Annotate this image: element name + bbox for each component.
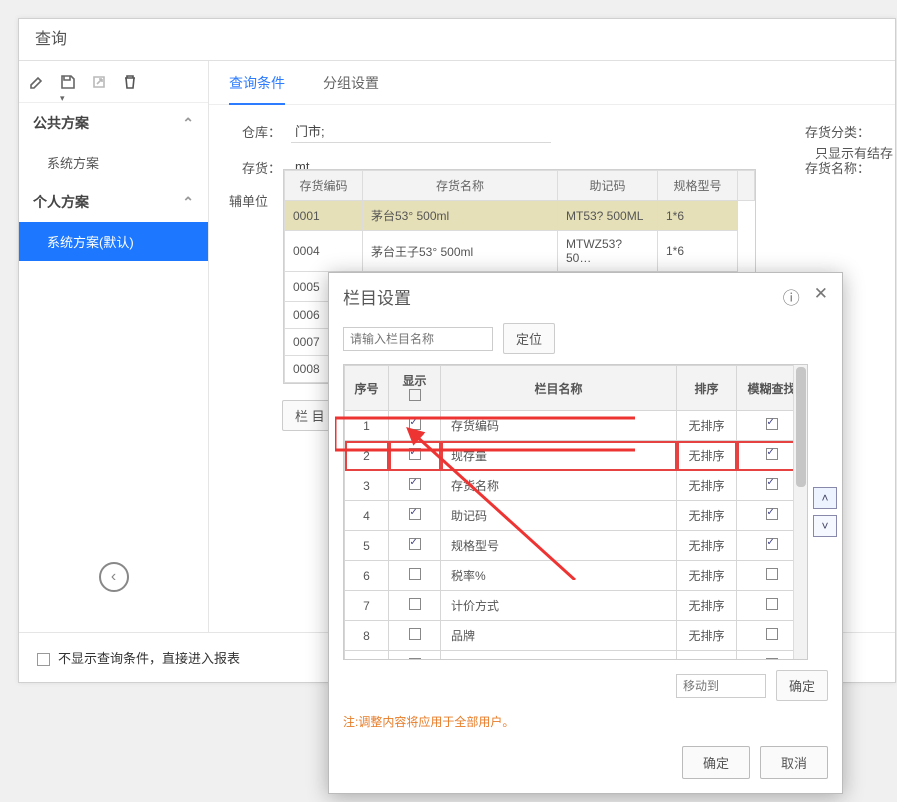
inventory-label: 存货： bbox=[229, 158, 281, 177]
column-row[interactable]: 7计价方式无排序 bbox=[345, 591, 807, 621]
open-external-icon[interactable] bbox=[91, 74, 107, 90]
locate-button[interactable]: 定位 bbox=[503, 323, 555, 354]
save-icon[interactable]: ▾ bbox=[60, 74, 76, 90]
col-colname[interactable]: 栏目名称 bbox=[441, 366, 677, 411]
show-checkbox[interactable] bbox=[409, 478, 421, 490]
fuzzy-checkbox[interactable] bbox=[766, 478, 778, 490]
fuzzy-checkbox[interactable] bbox=[766, 538, 778, 550]
col-code[interactable]: 存货编码 bbox=[285, 171, 363, 201]
section-label: 个人方案 bbox=[33, 192, 89, 212]
only-balance-label: 只显示有结存 bbox=[813, 133, 895, 172]
tab-group-settings[interactable]: 分组设置 bbox=[323, 73, 379, 104]
column-row[interactable]: 3存货名称无排序 bbox=[345, 471, 807, 501]
moveto-input[interactable] bbox=[676, 674, 766, 698]
lookup-row[interactable]: 0001茅台53° 500mlMT53? 500ML1*6 bbox=[285, 201, 755, 231]
plan-item-public-default[interactable]: 系统方案 bbox=[19, 143, 208, 182]
show-checkbox[interactable] bbox=[409, 418, 421, 430]
column-row[interactable]: 9所属类别无排序 bbox=[345, 651, 807, 661]
sidebar: ▾ 公共方案 ⌃ 系统方案 个人方案 ⌃ 系统方案(默认) ‹ bbox=[19, 61, 209, 632]
ok-button[interactable]: 确定 bbox=[682, 746, 750, 779]
col-mnemonic[interactable]: 助记码 bbox=[558, 171, 658, 201]
move-up-button[interactable]: ˄ bbox=[813, 487, 837, 509]
section-public-plans[interactable]: 公共方案 ⌃ bbox=[19, 103, 208, 143]
column-row[interactable]: 8品牌无排序 bbox=[345, 621, 807, 651]
show-all-checkbox[interactable] bbox=[409, 389, 421, 401]
fuzzy-checkbox[interactable] bbox=[766, 568, 778, 580]
section-label: 公共方案 bbox=[33, 113, 89, 133]
column-row[interactable]: 5规格型号无排序 bbox=[345, 531, 807, 561]
skip-conditions-checkbox[interactable] bbox=[37, 653, 50, 666]
column-search-input[interactable] bbox=[343, 327, 493, 351]
col-no[interactable]: 序号 bbox=[345, 366, 389, 411]
show-checkbox[interactable] bbox=[409, 448, 421, 460]
chevron-up-icon: ⌃ bbox=[182, 115, 194, 132]
plan-item-personal-default[interactable]: 系统方案(默认) bbox=[19, 222, 208, 261]
edit-icon[interactable] bbox=[29, 74, 45, 90]
lookup-row[interactable]: 0004茅台王子53° 500mlMTWZ53? 50…1*6 bbox=[285, 231, 755, 272]
col-sort[interactable]: 排序 bbox=[677, 366, 737, 411]
column-settings-modal: 栏目设置 ⓘ ✕ 定位 序号 显示 栏目名称 排序 模糊查找 1存货编码无排序2… bbox=[328, 272, 843, 794]
tabs: 查询条件 分组设置 bbox=[209, 61, 895, 105]
cancel-button[interactable]: 取消 bbox=[760, 746, 828, 779]
modal-scrollbar[interactable] bbox=[793, 365, 807, 659]
show-checkbox[interactable] bbox=[409, 568, 421, 580]
fuzzy-checkbox[interactable] bbox=[766, 658, 778, 660]
sidebar-toolbar: ▾ bbox=[19, 61, 208, 103]
close-icon[interactable]: ✕ bbox=[814, 284, 828, 309]
aux-unit-label: 辅单位 bbox=[229, 191, 268, 210]
fuzzy-checkbox[interactable] bbox=[766, 628, 778, 640]
window-title: 查询 bbox=[19, 19, 895, 61]
show-checkbox[interactable] bbox=[409, 598, 421, 610]
col-name[interactable]: 存货名称 bbox=[363, 171, 558, 201]
column-row[interactable]: 1存货编码无排序 bbox=[345, 411, 807, 441]
delete-icon[interactable] bbox=[122, 74, 138, 90]
column-row[interactable]: 6税率%无排序 bbox=[345, 561, 807, 591]
column-table: 序号 显示 栏目名称 排序 模糊查找 1存货编码无排序2现存量无排序3存货名称无… bbox=[343, 364, 808, 660]
fuzzy-checkbox[interactable] bbox=[766, 598, 778, 610]
show-checkbox[interactable] bbox=[409, 628, 421, 640]
warehouse-field[interactable]: 门市; bbox=[291, 119, 551, 143]
col-spec[interactable]: 规格型号 bbox=[658, 171, 738, 201]
show-checkbox[interactable] bbox=[409, 508, 421, 520]
column-row[interactable]: 4助记码无排序 bbox=[345, 501, 807, 531]
col-show[interactable]: 显示 bbox=[389, 366, 441, 411]
help-icon[interactable]: ⓘ bbox=[783, 284, 800, 309]
lookup-scrollbar[interactable] bbox=[738, 171, 755, 201]
show-checkbox[interactable] bbox=[409, 538, 421, 550]
section-personal-plans[interactable]: 个人方案 ⌃ bbox=[19, 182, 208, 222]
fuzzy-checkbox[interactable] bbox=[766, 508, 778, 520]
warehouse-label: 仓库： bbox=[229, 122, 281, 141]
skip-conditions-label: 不显示查询条件，直接进入报表 bbox=[58, 648, 240, 667]
show-checkbox[interactable] bbox=[409, 658, 421, 660]
fuzzy-checkbox[interactable] bbox=[766, 418, 778, 430]
back-button[interactable]: ‹ bbox=[99, 562, 129, 592]
moveto-ok-button[interactable]: 确定 bbox=[776, 670, 828, 701]
fuzzy-checkbox[interactable] bbox=[766, 448, 778, 460]
tab-query-conditions[interactable]: 查询条件 bbox=[229, 73, 285, 105]
chevron-up-icon: ⌃ bbox=[182, 194, 194, 211]
move-down-button[interactable]: ˅ bbox=[813, 515, 837, 537]
modal-title: 栏目设置 bbox=[343, 284, 411, 309]
note-text: 注:调整内容将应用于全部用户。 bbox=[329, 711, 842, 736]
column-row[interactable]: 2现存量无排序 bbox=[345, 441, 807, 471]
